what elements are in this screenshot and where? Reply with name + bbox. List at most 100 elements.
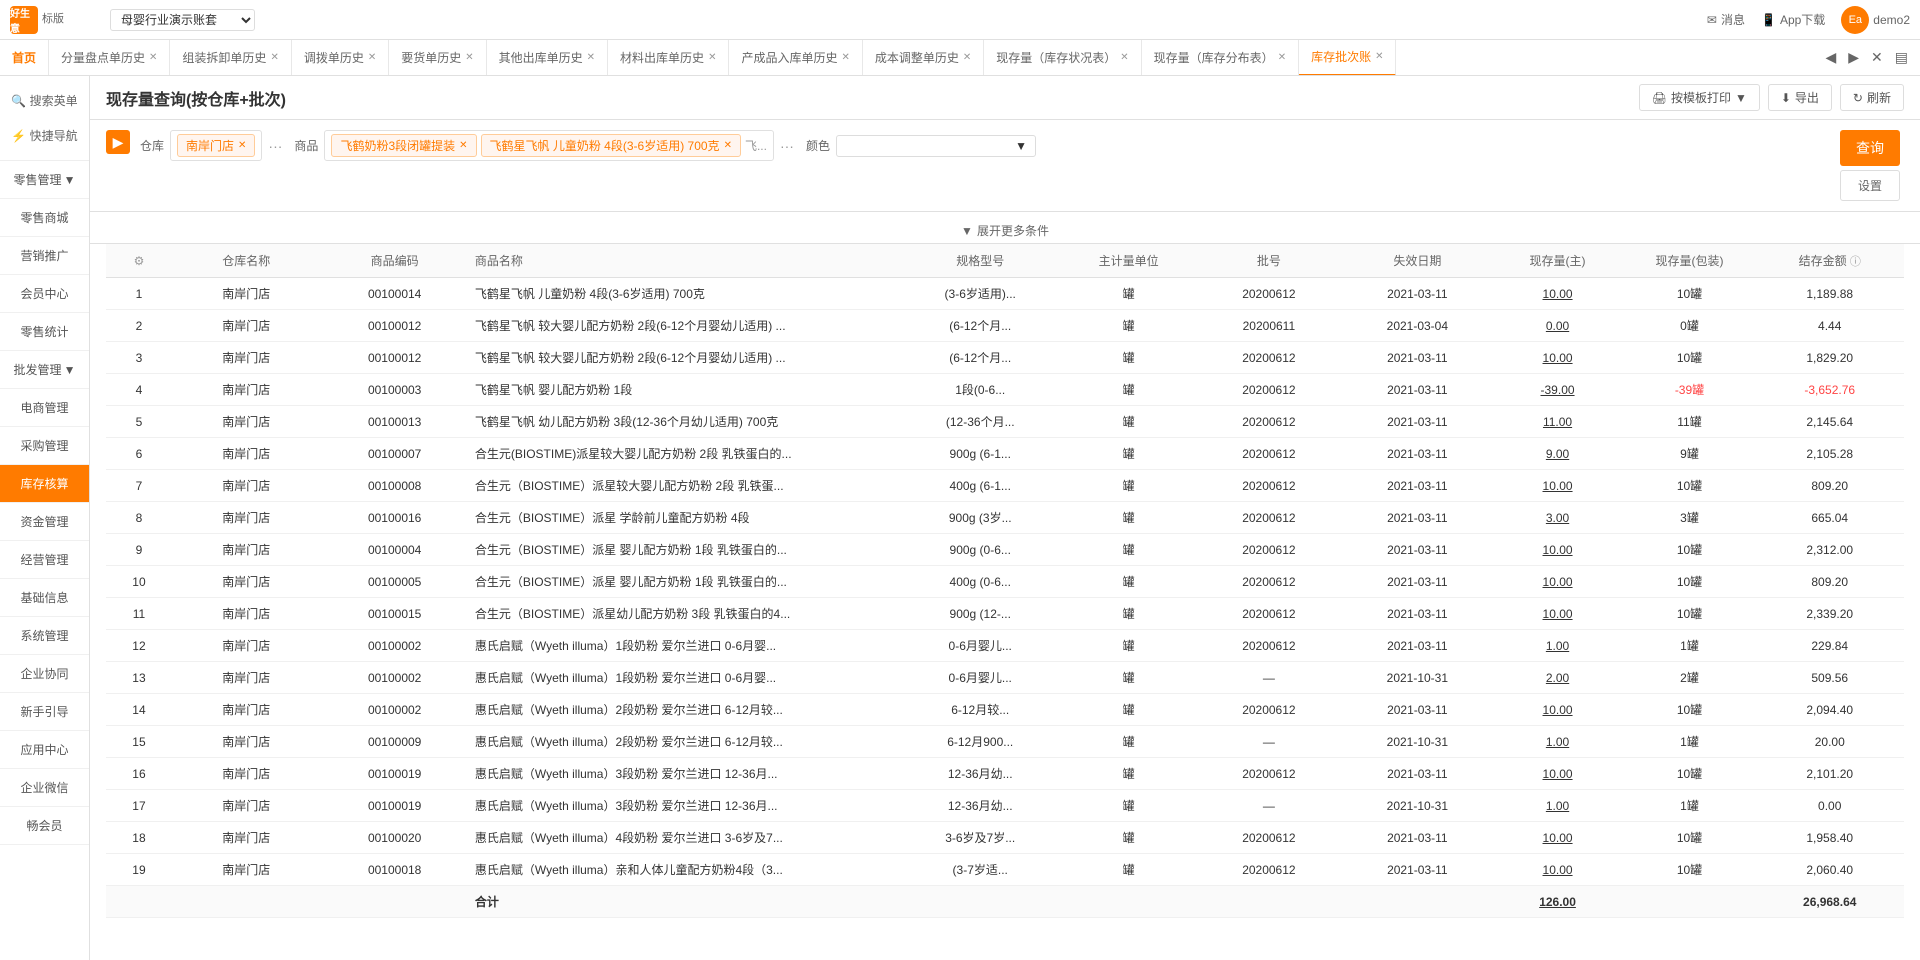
sidebar-search[interactable]: 🔍 搜索英单 <box>0 84 89 117</box>
nav-next-btn[interactable]: ▶ <box>1844 47 1863 68</box>
close-tab-icon[interactable]: ✕ <box>587 52 595 63</box>
close-tab-icon[interactable]: ✕ <box>149 52 157 63</box>
close-active-tab-icon[interactable]: ✕ <box>1375 51 1383 62</box>
product-tag-container[interactable]: 飞鹤奶粉3段闭罐提装 ✕ 飞鹤星飞帆 儿童奶粉 4段(3-6岁适用) 700克 … <box>324 130 774 161</box>
sidebar-item-finance[interactable]: 资金管理 <box>0 503 89 541</box>
cell-qty-main[interactable]: 10.00 <box>1492 470 1624 502</box>
sidebar-quick-nav[interactable]: ⚡ 快捷导航 <box>0 119 89 152</box>
sidebar-item-system[interactable]: 系统管理 <box>0 617 89 655</box>
tab-xiancunfen[interactable]: 现存量（库存分布表）✕ <box>1142 40 1299 76</box>
cell-warehouse: 南岸门店 <box>172 566 320 598</box>
cell-qty-main[interactable]: 11.00 <box>1492 406 1624 438</box>
cell-qty-main[interactable]: 10.00 <box>1492 566 1624 598</box>
query-button[interactable]: 查询 <box>1840 130 1900 166</box>
user-area[interactable]: Ea demo2 <box>1841 6 1910 34</box>
nav-menu-btn[interactable]: ▤ <box>1891 47 1912 68</box>
tab-chanchenpin[interactable]: 产成品入库单历史 ✕ <box>729 40 862 76</box>
sidebar-item-retail-stats[interactable]: 零售统计 <box>0 313 89 351</box>
cell-qty-main[interactable]: 10.00 <box>1492 278 1624 310</box>
sidebar-item-wechat[interactable]: 企业微信 <box>0 769 89 807</box>
sidebar-item-appcenter[interactable]: 应用中心 <box>0 731 89 769</box>
sidebar-item-inventory[interactable]: 库存核算 <box>0 465 89 503</box>
cell-qty-main[interactable]: 0.00 <box>1492 310 1624 342</box>
cell-qty-main[interactable]: 10.00 <box>1492 598 1624 630</box>
sidebar-item-member2[interactable]: 畅会员 <box>0 807 89 845</box>
tab-zuzhuang[interactable]: 组装拆卸单历史 ✕ <box>170 40 291 76</box>
close-tab-icon[interactable]: ✕ <box>841 52 849 63</box>
product-tag-2-close[interactable]: ✕ <box>724 140 732 151</box>
close-tab-icon[interactable]: ✕ <box>963 52 971 63</box>
warehouse-tag-close[interactable]: ✕ <box>238 140 246 151</box>
tab-home[interactable]: 首页 <box>0 40 49 76</box>
tab-qtchuku[interactable]: 其他出库单历史 ✕ <box>487 40 608 76</box>
breadcrumb-select[interactable]: 母婴行业演示账套 <box>110 9 255 31</box>
cell-qty-main[interactable]: 2.00 <box>1492 662 1624 694</box>
filter-expand-btn[interactable]: ▶ <box>106 130 130 154</box>
app-download-btn[interactable]: 📱 App下载 <box>1761 11 1825 28</box>
product-tag-1-close[interactable]: ✕ <box>459 140 467 151</box>
warehouse-dots[interactable]: ··· <box>268 138 282 154</box>
nav-tab-controls: ◀ ▶ ✕ ▤ <box>1813 47 1920 68</box>
nav-prev-btn[interactable]: ◀ <box>1821 47 1840 68</box>
sidebar-item-retail-mgmt[interactable]: 零售管理 ▼ <box>0 161 89 199</box>
sidebar-item-basic[interactable]: 基础信息 <box>0 579 89 617</box>
col-header-settings[interactable]: ⚙ <box>106 244 172 278</box>
tab-chengben[interactable]: 成本调整单历史 ✕ <box>863 40 984 76</box>
tab-yaohuo[interactable]: 要货单历史 ✕ <box>389 40 486 76</box>
product-dots[interactable]: ··· <box>780 138 794 154</box>
refresh-btn[interactable]: ↻ 刷新 <box>1840 84 1904 111</box>
cell-qty-main[interactable]: 10.00 <box>1492 854 1624 886</box>
cell-qty-main[interactable]: 1.00 <box>1492 726 1624 758</box>
export-btn[interactable]: ⬇ 导出 <box>1768 84 1832 111</box>
close-tab-icon[interactable]: ✕ <box>270 52 278 63</box>
tab-cailiao[interactable]: 材料出库单历史 ✕ <box>608 40 729 76</box>
nav-close-btn[interactable]: ✕ <box>1867 47 1887 68</box>
sidebar-item-member[interactable]: 会员中心 <box>0 275 89 313</box>
cell-code: 00100019 <box>320 758 468 790</box>
sidebar-item-operations[interactable]: 经营管理 <box>0 541 89 579</box>
close-tab-icon[interactable]: ✕ <box>1278 52 1286 63</box>
cell-qty-main[interactable]: 1.00 <box>1492 630 1624 662</box>
color-select[interactable]: ▼ <box>836 135 1036 157</box>
footer-total-qty[interactable]: 126.00 <box>1492 886 1624 918</box>
sidebar-item-marketing[interactable]: 营销推广 <box>0 237 89 275</box>
cell-qty-main[interactable]: 10.00 <box>1492 534 1624 566</box>
print-btn[interactable]: 🖨 按模板打印 ▼ <box>1639 84 1760 111</box>
settings-button[interactable]: 设置 <box>1840 170 1900 201</box>
cell-qty-main[interactable]: 10.00 <box>1492 342 1624 374</box>
cell-qty-main[interactable]: 3.00 <box>1492 502 1624 534</box>
cell-batch: 20200612 <box>1195 534 1343 566</box>
tab-diaobo[interactable]: 调拨单历史 ✕ <box>292 40 389 76</box>
close-tab-icon[interactable]: ✕ <box>368 52 376 63</box>
close-tab-icon[interactable]: ✕ <box>708 52 716 63</box>
cell-batch: 20200612 <box>1195 854 1343 886</box>
sidebar-item-purchase[interactable]: 采购管理 <box>0 427 89 465</box>
cell-qty-main[interactable]: -39.00 <box>1492 374 1624 406</box>
close-tab-icon[interactable]: ✕ <box>1120 52 1128 63</box>
expand-conditions-btn[interactable]: ▼ 展开更多条件 <box>961 222 1049 239</box>
sidebar-item-collab[interactable]: 企业协同 <box>0 655 89 693</box>
cell-qty-main[interactable]: 10.00 <box>1492 822 1624 854</box>
warehouse-tag-container[interactable]: 南岸门店 ✕ <box>170 130 262 161</box>
cell-qty-main[interactable]: 10.00 <box>1492 694 1624 726</box>
cell-qty-pkg: 2罐 <box>1624 662 1756 694</box>
cell-name: 惠氏启赋（Wyeth illuma）2段奶粉 爱尔兰进口 6-12月较... <box>469 694 898 726</box>
settings-icon[interactable]: ⚙ <box>134 254 145 268</box>
cell-qty-main[interactable]: 9.00 <box>1492 438 1624 470</box>
cell-qty-pkg: 10罐 <box>1624 822 1756 854</box>
tab-xiancunzhuang[interactable]: 现存量（库存状况表）✕ <box>984 40 1141 76</box>
cell-qty-main[interactable]: 10.00 <box>1492 758 1624 790</box>
sidebar-item-wholesale[interactable]: 批发管理 ▼ <box>0 351 89 389</box>
sidebar-item-ecommerce[interactable]: 电商管理 <box>0 389 89 427</box>
info-icon[interactable]: ⓘ <box>1850 256 1861 268</box>
tab-kucunpici[interactable]: 库存批次账 ✕ <box>1299 40 1396 76</box>
message-btn[interactable]: ✉ 消息 <box>1707 11 1745 28</box>
sidebar-item-retail-mall[interactable]: 零售商城 <box>0 199 89 237</box>
cell-code: 00100002 <box>320 662 468 694</box>
tab-fenliangpandian[interactable]: 分量盘点单历史 ✕ <box>49 40 170 76</box>
cell-no: 4 <box>106 374 172 406</box>
sidebar-item-newuser[interactable]: 新手引导 <box>0 693 89 731</box>
close-tab-icon[interactable]: ✕ <box>465 52 473 63</box>
table-row: 7 南岸门店 00100008 合生元（BIOSTIME）派星较大婴儿配方奶粉 … <box>106 470 1904 502</box>
cell-qty-main[interactable]: 1.00 <box>1492 790 1624 822</box>
